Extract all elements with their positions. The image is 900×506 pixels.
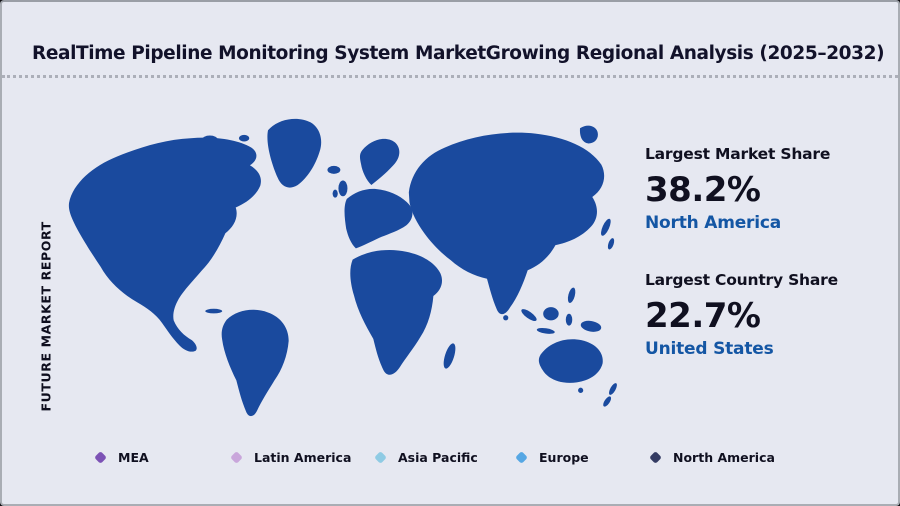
infographic-page: RealTime Pipeline Monitoring System Mark… bbox=[0, 0, 900, 506]
legend-item-asia-pacific: Asia Pacific bbox=[374, 450, 478, 465]
legend-marker-icon bbox=[649, 451, 662, 464]
legend: MEA Latin America Asia Pacific Europe No… bbox=[2, 450, 898, 474]
legend-item-europe: Europe bbox=[515, 450, 589, 465]
legend-marker-icon bbox=[374, 451, 387, 464]
brand-watermark: FUTURE MARKET REPORT bbox=[38, 221, 54, 412]
stat-largest-market-share: Largest Market Share 38.2% North America bbox=[645, 145, 880, 233]
legend-marker-icon bbox=[94, 451, 107, 464]
legend-marker-icon bbox=[515, 451, 528, 464]
legend-item-latin-america: Latin America bbox=[230, 450, 352, 465]
stat-largest-country-share: Largest Country Share 22.7% United State… bbox=[645, 271, 880, 359]
world-map-svg bbox=[68, 118, 617, 417]
map-land-shapes bbox=[68, 118, 617, 417]
world-map bbox=[60, 92, 622, 422]
stat-label: Largest Country Share bbox=[645, 271, 838, 289]
page-title: RealTime Pipeline Monitoring System Mark… bbox=[32, 43, 885, 64]
stats-column: Largest Market Share 38.2% North America… bbox=[645, 145, 880, 397]
legend-label: MEA bbox=[118, 450, 149, 465]
legend-label: Asia Pacific bbox=[398, 450, 478, 465]
legend-item-north-america: North America bbox=[649, 450, 775, 465]
stat-region: United States bbox=[645, 339, 774, 359]
legend-marker-icon bbox=[230, 451, 243, 464]
stat-label: Largest Market Share bbox=[645, 145, 831, 163]
dotted-divider bbox=[2, 75, 898, 78]
stat-region: North America bbox=[645, 213, 781, 233]
legend-item-mea: MEA bbox=[94, 450, 149, 465]
legend-label: North America bbox=[673, 450, 775, 465]
stat-value: 22.7% bbox=[645, 296, 761, 336]
stat-value: 38.2% bbox=[645, 170, 761, 210]
legend-label: Europe bbox=[539, 450, 589, 465]
legend-label: Latin America bbox=[254, 450, 352, 465]
